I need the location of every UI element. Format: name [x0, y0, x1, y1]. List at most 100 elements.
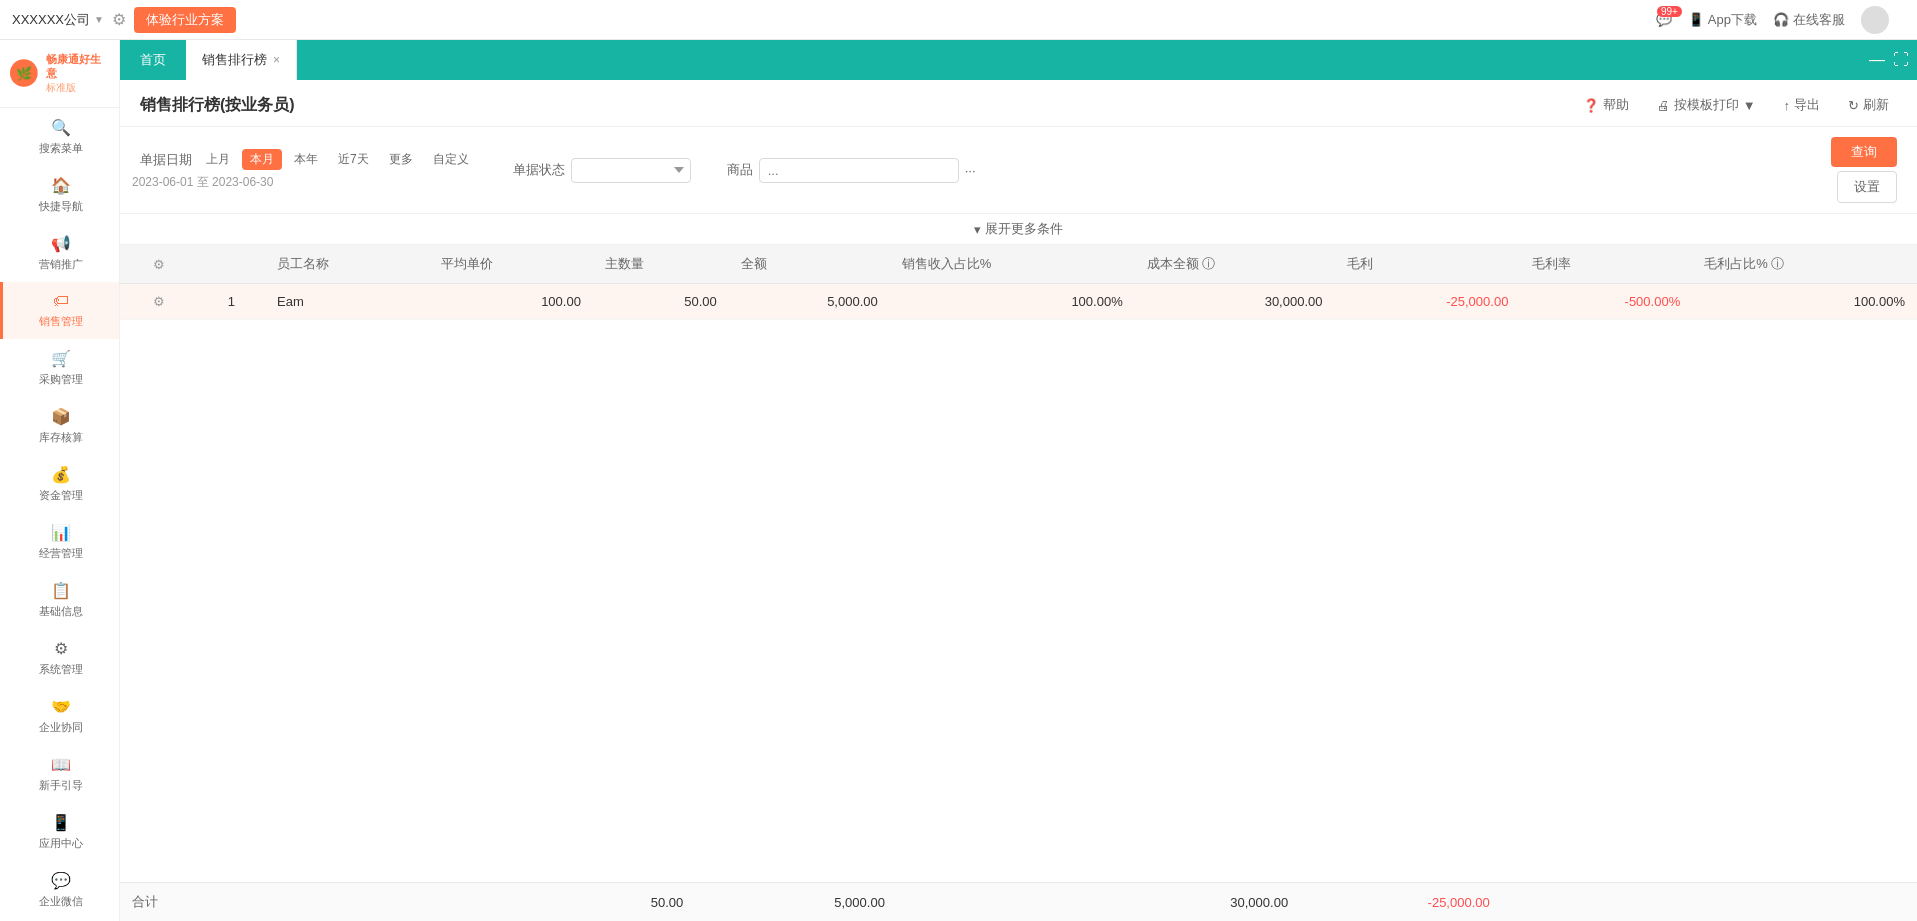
- help-icon: ❓: [1583, 98, 1599, 113]
- cell-gross-pct: 100.00%: [1692, 284, 1917, 320]
- tab-bar-actions: — ⛶: [1869, 51, 1917, 69]
- app-download-link[interactable]: 📱 App下载: [1688, 11, 1757, 29]
- date-opt-this-month[interactable]: 本月: [242, 149, 282, 170]
- sidebar-item-search[interactable]: 🔍 搜索菜单: [0, 108, 119, 166]
- cell-sales-pct: 100.00%: [890, 284, 1135, 320]
- sidebar-item-corp[interactable]: 🤝 企业协同: [0, 687, 119, 745]
- settings-icon[interactable]: ⚙: [112, 10, 126, 29]
- footer-label: 合计: [132, 893, 292, 911]
- footer-cell-empty1: [292, 895, 494, 910]
- sidebar-item-operations[interactable]: 📊 经营管理: [0, 513, 119, 571]
- tag-icon: 🏷: [53, 292, 69, 310]
- export-button[interactable]: ↑ 导出: [1776, 92, 1829, 118]
- tab-bar: 首页 销售排行榜 × — ⛶: [120, 40, 1917, 80]
- content-area: 首页 销售排行榜 × — ⛶ 销售排行榜(按业务员) ❓ 帮助: [120, 40, 1917, 921]
- sidebar: 🌿 畅康通好生意 标准版 🔍 搜索菜单 🏠 快捷导航 📢 营销推广 🏷 销售管理…: [0, 40, 120, 921]
- cell-name: Eam: [265, 284, 429, 320]
- page-actions: ❓ 帮助 🖨 按模板打印 ▼ ↑ 导出 ↻ 刷新: [1575, 92, 1897, 118]
- sidebar-label-basic: 基础信息: [39, 604, 83, 619]
- print-icon: 🖨: [1657, 98, 1670, 113]
- tab-home[interactable]: 首页: [120, 40, 186, 80]
- wechat-icon: 💬: [51, 871, 71, 890]
- footer-cells: 50.00 5,000.00 30,000.00 -25,000.00: [292, 895, 1905, 910]
- cell-gross: -25,000.00: [1335, 284, 1521, 320]
- date-opt-last-month[interactable]: 上月: [198, 149, 238, 170]
- more-btn[interactable]: ···: [965, 163, 976, 178]
- industry-button[interactable]: 体验行业方案: [134, 7, 236, 33]
- svg-text:🌿: 🌿: [16, 66, 33, 82]
- sidebar-item-basic[interactable]: 📋 基础信息: [0, 571, 119, 629]
- company-name: XXXXXX公司: [12, 11, 90, 29]
- sidebar-item-purchase[interactable]: 🛒 采购管理: [0, 339, 119, 397]
- col-settings[interactable]: ⚙: [120, 245, 198, 284]
- sidebar-item-guide[interactable]: 📖 新手引导: [0, 745, 119, 803]
- cell-cost: 30,000.00: [1135, 284, 1335, 320]
- status-filter-group: 单据状态: [513, 158, 691, 183]
- sidebar-label-search: 搜索菜单: [39, 141, 83, 156]
- fullscreen-tab-icon[interactable]: ⛶: [1893, 51, 1909, 69]
- chevron-down-icon: ▼: [94, 14, 104, 25]
- date-opt-custom[interactable]: 自定义: [425, 149, 477, 170]
- main-layout: 🌿 畅康通好生意 标准版 🔍 搜索菜单 🏠 快捷导航 📢 营销推广 🏷 销售管理…: [0, 40, 1917, 921]
- avatar[interactable]: [1861, 6, 1889, 34]
- logo-sub: 标准版: [46, 81, 111, 95]
- top-bar: XXXXXX公司 ▼ ⚙ 体验行业方案 💬 99+ 📱 App下载 🎧 在线客服: [0, 0, 1917, 40]
- cart-icon: 🛒: [51, 349, 71, 368]
- table-footer: 合计 50.00 5,000.00 30,000.00 -25,000.00: [120, 882, 1917, 921]
- print-chevron-icon: ▼: [1743, 98, 1756, 113]
- sidebar-label-marketing: 营销推广: [39, 257, 83, 272]
- query-button[interactable]: 查询: [1831, 137, 1897, 167]
- sidebar-item-marketing[interactable]: 📢 营销推广: [0, 224, 119, 282]
- money-icon: 💰: [51, 465, 71, 484]
- export-icon: ↑: [1784, 98, 1791, 113]
- app-download-label: App下载: [1708, 11, 1757, 29]
- logo-text: 畅康通好生意: [46, 52, 111, 81]
- logo-area: 🌿 畅康通好生意 标准版: [0, 40, 119, 108]
- col-avg-price: 平均单价: [429, 245, 593, 284]
- goods-input[interactable]: [759, 158, 959, 183]
- close-icon[interactable]: ×: [273, 53, 280, 67]
- date-opt-this-year[interactable]: 本年: [286, 149, 326, 170]
- date-opt-7days[interactable]: 近7天: [330, 149, 377, 170]
- col-name: 员工名称: [265, 245, 429, 284]
- cell-main-qty: 50.00: [593, 284, 729, 320]
- col-gross: 毛利: [1335, 245, 1521, 284]
- cell-amount: 5,000.00: [729, 284, 890, 320]
- message-icon[interactable]: 💬 99+: [1656, 12, 1672, 27]
- table-row: ⚙ 1 Eam 100.00 50.00 5,000.00 100.00% 30…: [120, 284, 1917, 320]
- col-main-qty: 主数量: [593, 245, 729, 284]
- sidebar-item-apps[interactable]: 📱 应用中心: [0, 803, 119, 861]
- status-select[interactable]: [571, 158, 691, 183]
- expand-button[interactable]: ▾ 展开更多条件: [974, 220, 1063, 238]
- sidebar-item-sales[interactable]: 🏷 销售管理: [0, 282, 119, 339]
- message-badge: 99+: [1657, 6, 1682, 17]
- sidebar-item-inventory[interactable]: 📦 库存核算: [0, 397, 119, 455]
- minimize-tab-icon[interactable]: —: [1869, 51, 1885, 69]
- sidebar-item-finance[interactable]: 💰 资金管理: [0, 455, 119, 513]
- expand-label: 展开更多条件: [985, 220, 1063, 238]
- date-opt-more[interactable]: 更多: [381, 149, 421, 170]
- company-selector[interactable]: XXXXXX公司 ▼: [12, 11, 104, 29]
- settings-button[interactable]: 设置: [1837, 171, 1897, 203]
- date-range-display: 2023-06-01 至 2023-06-30: [132, 174, 477, 191]
- sidebar-item-shortcut[interactable]: 🏠 快捷导航: [0, 166, 119, 224]
- book-icon: 📖: [51, 755, 71, 774]
- help-button[interactable]: ❓ 帮助: [1575, 92, 1637, 118]
- list-icon: 📋: [51, 581, 71, 600]
- tab-sales-ranking[interactable]: 销售排行榜 ×: [186, 40, 297, 80]
- refresh-button[interactable]: ↻ 刷新: [1840, 92, 1897, 118]
- expand-row: ▾ 展开更多条件: [120, 214, 1917, 245]
- sidebar-item-wechat[interactable]: 💬 企业微信: [0, 861, 119, 919]
- cell-avg-price: 100.00: [429, 284, 593, 320]
- handshake-icon: 🤝: [51, 697, 71, 716]
- col-rank: [198, 245, 265, 284]
- print-button[interactable]: 🖨 按模板打印 ▼: [1649, 92, 1764, 118]
- print-label: 按模板打印: [1674, 96, 1739, 114]
- sidebar-label-corp: 企业协同: [39, 720, 83, 735]
- refresh-icon: ↻: [1848, 98, 1859, 113]
- cell-settings[interactable]: ⚙: [120, 284, 198, 320]
- top-bar-left: XXXXXX公司 ▼ ⚙ 体验行业方案: [12, 7, 236, 33]
- sidebar-item-system[interactable]: ⚙ 系统管理: [0, 629, 119, 687]
- online-service-link[interactable]: 🎧 在线客服: [1773, 11, 1845, 29]
- phone-icon: 📱: [1688, 12, 1704, 27]
